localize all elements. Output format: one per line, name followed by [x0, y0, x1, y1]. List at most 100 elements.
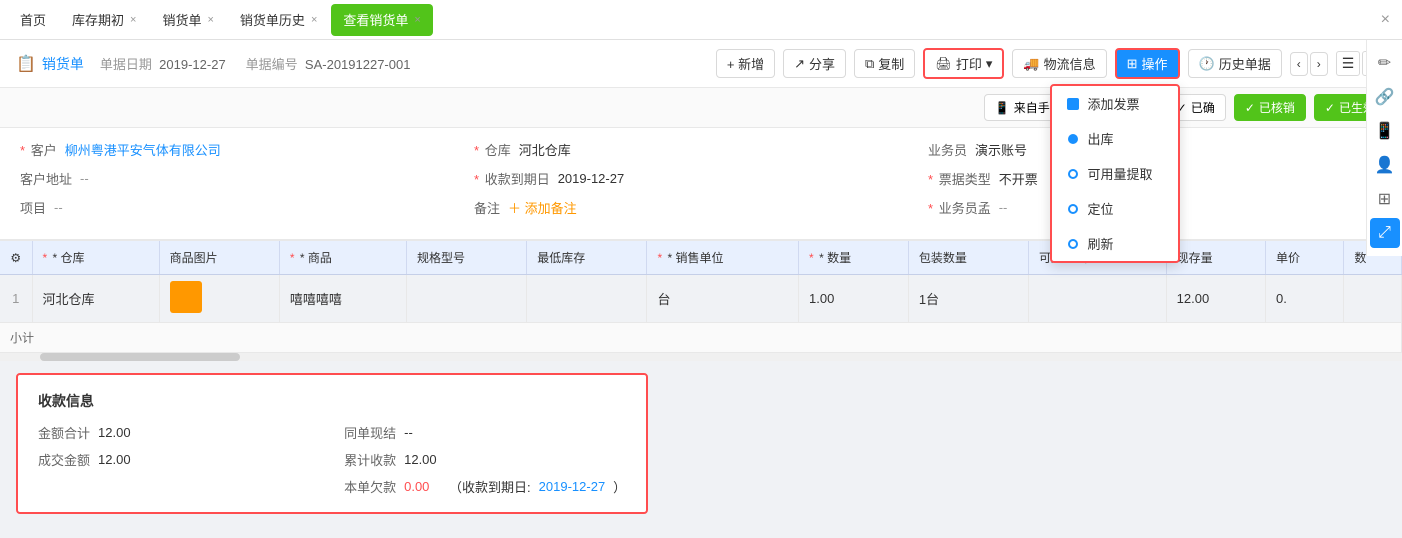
print-dropdown-arrow: ▾: [986, 56, 993, 72]
row-product: 嘻嘻嘻嘻: [279, 275, 406, 323]
tab-sales-history-label: 销货单历史: [240, 10, 305, 29]
outstanding-end: ）: [613, 477, 626, 496]
summary-title: 收款信息: [38, 391, 626, 411]
col-quantity: * * 数量: [799, 241, 909, 275]
phone-icon: 📱: [995, 101, 1010, 115]
outbound-label: 出库: [1088, 129, 1114, 148]
customer-value[interactable]: 柳州粤港平安气体有限公司: [65, 140, 221, 159]
row-available: [1029, 275, 1167, 323]
operate-button[interactable]: ⊞ 操作: [1115, 48, 1180, 79]
close-tab-check-sales[interactable]: ×: [414, 14, 420, 26]
subtotal-row: 小计: [0, 323, 1402, 353]
col-spec: 规格型号: [407, 241, 527, 275]
tab-sales[interactable]: 销货单 ×: [150, 4, 225, 36]
document-actions: + 新增 ↗ 分享 ⧉ 复制 🖨 打印 ▾ 🚚 物流信息 ⊞ 操作: [716, 48, 1386, 79]
outstanding-note: [437, 479, 441, 494]
row-sales-unit: 台: [647, 275, 799, 323]
cumulative-label: 累计收款: [344, 450, 396, 469]
row-pack-qty: 1台: [908, 275, 1028, 323]
row-spec: [407, 275, 527, 323]
close-tab-sales-history[interactable]: ×: [311, 14, 317, 26]
tab-inventory[interactable]: 库存期初 ×: [60, 4, 148, 36]
summary-grid: 金额合计 12.00 同单现结 -- 成交金额 12.00 累计收款 12.00: [38, 423, 626, 496]
row-warehouse: 河北仓库: [32, 275, 159, 323]
warehouse-field: * 仓库 河北仓库: [474, 140, 928, 159]
print-button[interactable]: 🖨 打印 ▾: [923, 48, 1004, 79]
dropdown-outbound[interactable]: 出库: [1052, 121, 1178, 156]
history-button[interactable]: 🕐 历史单据: [1188, 49, 1282, 78]
close-all-tabs[interactable]: ×: [1377, 7, 1394, 33]
dropdown-available-qty[interactable]: 可用量提取: [1052, 156, 1178, 191]
payment-date-field: * 收款到期日 2019-12-27: [474, 169, 928, 188]
user-sidebar-icon[interactable]: 👤: [1370, 150, 1400, 180]
project-field: 项目 --: [20, 198, 474, 217]
close-tab-inventory[interactable]: ×: [130, 14, 136, 26]
row-current-stock: 12.00: [1166, 275, 1265, 323]
new-button[interactable]: + 新增: [716, 49, 775, 78]
prev-arrow[interactable]: ‹: [1290, 52, 1308, 76]
total-row: 金额合计 12.00: [38, 423, 320, 442]
table-sidebar-icon[interactable]: ⊞: [1370, 184, 1400, 214]
scroll-thumb[interactable]: [40, 353, 240, 361]
row-quantity: 1.00: [799, 275, 909, 323]
dropdown-refresh[interactable]: 刷新: [1052, 226, 1178, 261]
available-qty-label: 可用量提取: [1088, 164, 1153, 183]
horizontal-scrollbar[interactable]: [0, 353, 1402, 361]
tab-inventory-label: 库存期初: [72, 10, 124, 29]
copy-button[interactable]: ⧉ 复制: [854, 49, 915, 78]
col-min-stock: 最低库存: [527, 241, 647, 275]
document-header: 📋 销货单 单据日期 2019-12-27 单据编号 SA-20191227-0…: [0, 40, 1402, 88]
row-seq: 1: [0, 275, 32, 323]
next-arrow[interactable]: ›: [1310, 52, 1328, 76]
edit-sidebar-icon[interactable]: ✏: [1370, 48, 1400, 78]
col-pack-qty: 包装数量: [908, 241, 1028, 275]
document-meta: 单据日期 2019-12-27 单据编号 SA-20191227-001: [100, 54, 411, 73]
list-view-icon[interactable]: ☰: [1336, 51, 1361, 76]
logistics-button[interactable]: 🚚 物流信息: [1012, 49, 1106, 78]
row-image: [159, 275, 279, 323]
col-current-stock: 现存量: [1166, 241, 1265, 275]
available-qty-icon: [1066, 167, 1080, 181]
dropdown-position[interactable]: 定位: [1052, 191, 1178, 226]
col-product: * * 商品: [279, 241, 406, 275]
summary-area: 收款信息 金额合计 12.00 同单现结 -- 成交金额 12.00 累计收款 …: [0, 361, 1402, 538]
right-sidebar: ✏ 🔗 📱 👤 ⊞ ⤢: [1366, 40, 1402, 256]
phone-sidebar-icon[interactable]: 📱: [1370, 116, 1400, 146]
col-warehouse: * * 仓库: [32, 241, 159, 275]
close-tab-sales[interactable]: ×: [207, 14, 213, 26]
tab-bar: 首页 库存期初 × 销货单 × 销货单历史 × 查看销货单 × ×: [0, 0, 1402, 40]
operate-wrapper: ⊞ 操作 添加发票 出库 可用量提取: [1115, 48, 1180, 79]
col-settings[interactable]: ⚙: [0, 241, 32, 275]
share-button[interactable]: ↗ 分享: [783, 49, 846, 78]
grid-icon: ⊞: [1127, 56, 1138, 72]
secondary-toolbar: 📱 来自手机 🎫 未开票 ✓ 已确 ✓ 已核销 ✓ 已生效: [0, 88, 1402, 128]
link-sidebar-icon[interactable]: 🔗: [1370, 82, 1400, 112]
row-more: [1344, 275, 1402, 323]
cumulative-value: 12.00: [404, 452, 437, 467]
product-table: ⚙ * * 仓库 商品图片 * * 商品 规格型号 最低库存 * * 销售单位 …: [0, 240, 1402, 361]
cancel-icon: ✓: [1245, 101, 1255, 115]
date-label: 单据日期 2019-12-27: [100, 54, 226, 73]
add-note-button[interactable]: ＋ 添加备注: [508, 198, 577, 217]
refresh-label: 刷新: [1088, 234, 1114, 253]
document-type: 📋 销货单: [16, 54, 84, 74]
outstanding-label: 本单欠款: [344, 477, 396, 496]
staff-value: 演示账号: [975, 140, 1027, 159]
note-field: 备注 ＋ 添加备注: [474, 198, 928, 217]
warehouse-value: 河北仓库: [519, 140, 571, 159]
refresh-icon: [1066, 237, 1080, 251]
tab-sales-history[interactable]: 销货单历史 ×: [228, 4, 329, 36]
col-sales-unit: * * 销售单位: [647, 241, 799, 275]
expand-sidebar-icon[interactable]: ⤢: [1370, 218, 1400, 248]
same-order-value: --: [404, 425, 413, 440]
ticket-type-value: 不开票: [999, 169, 1038, 188]
cancel-status-button[interactable]: ✓ 已核销: [1234, 94, 1306, 121]
add-invoice-icon: [1066, 97, 1080, 111]
effective-icon: ✓: [1325, 101, 1335, 115]
tab-home[interactable]: 首页: [8, 4, 58, 36]
share-icon: ↗: [794, 56, 805, 72]
tab-check-sales[interactable]: 查看销货单 ×: [331, 4, 432, 36]
product-image: [170, 281, 202, 313]
truck-icon: 🚚: [1023, 56, 1039, 72]
dropdown-add-invoice[interactable]: 添加发票: [1052, 86, 1178, 121]
